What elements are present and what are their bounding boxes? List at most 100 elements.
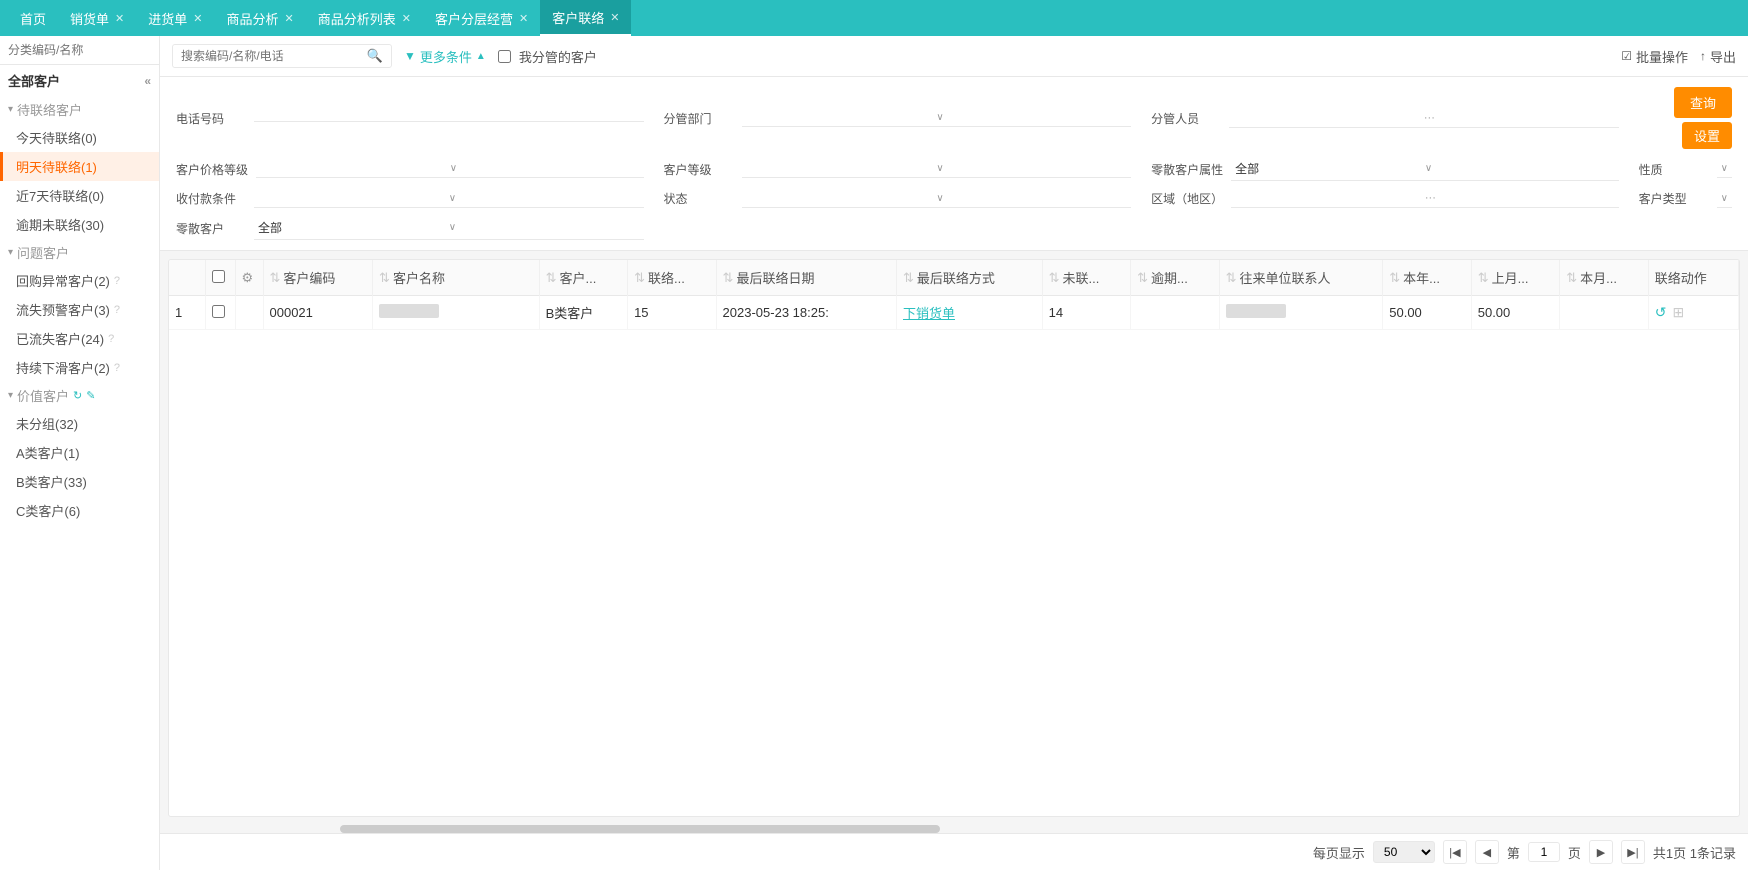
- nav-product-analysis[interactable]: 商品分析 ✕: [214, 0, 305, 36]
- cell-index: 1: [169, 296, 205, 330]
- sidebar-item-churn-warning[interactable]: 流失预警客户(3) ?: [0, 295, 159, 324]
- col-last-contact-method: ⇅最后联络方式: [896, 260, 1042, 296]
- nav-home[interactable]: 首页: [8, 0, 58, 36]
- sort-icon: ⇅: [1226, 270, 1237, 286]
- col-settings: ⚙: [235, 260, 263, 296]
- search-icon[interactable]: 🔍: [367, 48, 383, 64]
- total-label: 共1页 1条记录: [1653, 843, 1736, 862]
- cell-this-month: [1560, 296, 1648, 330]
- filter-gender: 性质 ∨: [1639, 160, 1732, 178]
- price-level-select[interactable]: ∨: [256, 160, 644, 178]
- page-size-select[interactable]: 50: [1373, 841, 1435, 863]
- close-icon[interactable]: ✕: [193, 12, 202, 25]
- query-button[interactable]: 查询: [1674, 87, 1732, 118]
- refresh-icon[interactable]: ↻: [73, 389, 82, 402]
- search-input[interactable]: [181, 49, 367, 63]
- nav-sales-order[interactable]: 销货单 ✕: [58, 0, 136, 36]
- region-input[interactable]: ···: [1231, 189, 1619, 208]
- sidebar-item-tomorrow-contact[interactable]: 明天待联络(1): [0, 152, 159, 181]
- customer-level-select[interactable]: ∨: [742, 160, 1132, 178]
- my-customers-check[interactable]: [498, 50, 511, 63]
- col-customer-name: ⇅客户名称: [373, 260, 540, 296]
- edit-icon[interactable]: ✎: [86, 389, 95, 402]
- filter-panel: 电话号码 分管部门 ∨ 分管人员 ···: [160, 77, 1748, 251]
- nav-customer-contact[interactable]: 客户联络 ✕: [540, 0, 631, 36]
- all-customers-header[interactable]: 全部客户 «: [0, 65, 159, 96]
- horizontal-scrollbar[interactable]: [160, 825, 1748, 833]
- checkbox-icon: ☑: [1621, 49, 1632, 63]
- sidebar-item-declining[interactable]: 持续下滑客户(2) ?: [0, 353, 159, 382]
- col-index: [169, 260, 205, 296]
- prev-page-button[interactable]: ◀: [1475, 840, 1499, 864]
- status-select[interactable]: ∨: [742, 190, 1132, 208]
- top-nav: 首页 销货单 ✕ 进货单 ✕ 商品分析 ✕ 商品分析列表 ✕ 客户分层经营 ✕ …: [0, 0, 1748, 36]
- page-number-input[interactable]: [1528, 842, 1560, 862]
- retail-customer-select[interactable]: 全部 ∨: [254, 216, 644, 240]
- contact-action-icon1[interactable]: ↺: [1655, 304, 1667, 321]
- filter-customer-level: 客户等级 ∨: [664, 160, 1132, 178]
- sidebar-item-b-customers[interactable]: B类客户(33): [0, 467, 159, 496]
- customer-type-select[interactable]: ∨: [1717, 190, 1732, 208]
- row-checkbox[interactable]: [212, 305, 225, 318]
- chevron-down-icon: ∨: [936, 193, 1127, 204]
- sort-icon: ⇅: [1049, 270, 1060, 286]
- last-contact-link[interactable]: 下销货单: [903, 306, 955, 321]
- help-icon: ?: [108, 333, 114, 345]
- close-icon[interactable]: ✕: [115, 12, 124, 25]
- export-icon: ↑: [1700, 49, 1706, 63]
- sort-icon: ⇅: [1566, 270, 1577, 286]
- sidebar-item-c-customers[interactable]: C类客户(6): [0, 496, 159, 525]
- select-all-checkbox[interactable]: [212, 270, 225, 283]
- last-page-button[interactable]: ▶|: [1621, 840, 1645, 864]
- payment-select[interactable]: ∨: [254, 190, 644, 208]
- sidebar-item-a-customers[interactable]: A类客户(1): [0, 438, 159, 467]
- filter-price-level: 客户价格等级 ∨: [176, 160, 644, 178]
- col-no-contact: ⇅未联...: [1042, 260, 1130, 296]
- pending-contact-group: 待联络客户: [0, 96, 159, 123]
- cell-overdue: [1131, 296, 1219, 330]
- col-last-contact-date: ⇅最后联络日期: [716, 260, 896, 296]
- table-header-row: ⚙ ⇅客户编码 ⇅客户名称 ⇅客户... ⇅联络...: [169, 260, 1739, 296]
- col-contact: ⇅联络...: [628, 260, 716, 296]
- sidebar-item-ungrouped[interactable]: 未分组(32): [0, 409, 159, 438]
- gender-select[interactable]: ∨: [1717, 160, 1732, 178]
- person-input[interactable]: ···: [1229, 109, 1619, 128]
- export-button[interactable]: ↑ 导出: [1700, 47, 1736, 66]
- sort-icon: ⇅: [1137, 270, 1148, 286]
- sidebar-search-input[interactable]: [8, 43, 160, 57]
- my-customers-checkbox[interactable]: 我分管的客户: [498, 47, 597, 66]
- sidebar-item-overdue-contact[interactable]: 逾期未联络(30): [0, 210, 159, 239]
- page-size-label: 每页显示: [1313, 843, 1365, 862]
- cell-unit-contact: [1219, 296, 1383, 330]
- customer-table: ⚙ ⇅客户编码 ⇅客户名称 ⇅客户... ⇅联络...: [169, 260, 1739, 330]
- contact-action-icon2[interactable]: ⊞: [1672, 304, 1684, 321]
- retail-attr-select[interactable]: 全部 ∨: [1231, 157, 1619, 181]
- close-icon[interactable]: ✕: [610, 11, 619, 24]
- scrollbar-thumb[interactable]: [340, 825, 940, 833]
- sidebar-item-7days-contact[interactable]: 近7天待联络(0): [0, 181, 159, 210]
- first-page-button[interactable]: |◀: [1443, 840, 1467, 864]
- col-customer-code: ⇅客户编码: [263, 260, 373, 296]
- more-filter-button[interactable]: ▼ 更多条件 ▲: [404, 47, 486, 66]
- filter-person: 分管人员 ···: [1151, 109, 1619, 128]
- sidebar-item-repurchase-abnormal[interactable]: 回购异常客户(2) ?: [0, 266, 159, 295]
- sidebar-item-churned[interactable]: 已流失客户(24) ?: [0, 324, 159, 353]
- close-icon[interactable]: ✕: [285, 12, 294, 25]
- cell-last-month: 50.00: [1471, 296, 1559, 330]
- nav-product-analysis-list[interactable]: 商品分析列表 ✕: [306, 0, 423, 36]
- nav-customer-tier[interactable]: 客户分层经营 ✕: [423, 0, 540, 36]
- settings-icon[interactable]: ⚙: [242, 270, 254, 285]
- dept-select[interactable]: ∨: [742, 109, 1132, 127]
- sidebar-item-today-contact[interactable]: 今天待联络(0): [0, 123, 159, 152]
- collapse-icon: «: [144, 74, 151, 88]
- phone-input[interactable]: [254, 115, 644, 122]
- filter-phone: 电话号码: [176, 110, 644, 127]
- page-label: 第: [1507, 843, 1520, 862]
- set-button[interactable]: 设置: [1682, 122, 1732, 149]
- batch-operation-button[interactable]: ☑ 批量操作: [1621, 47, 1688, 66]
- close-icon[interactable]: ✕: [402, 12, 411, 25]
- help-icon: ?: [114, 304, 120, 316]
- next-page-button[interactable]: ▶: [1589, 840, 1613, 864]
- nav-purchase-order[interactable]: 进货单 ✕: [136, 0, 214, 36]
- close-icon[interactable]: ✕: [519, 12, 528, 25]
